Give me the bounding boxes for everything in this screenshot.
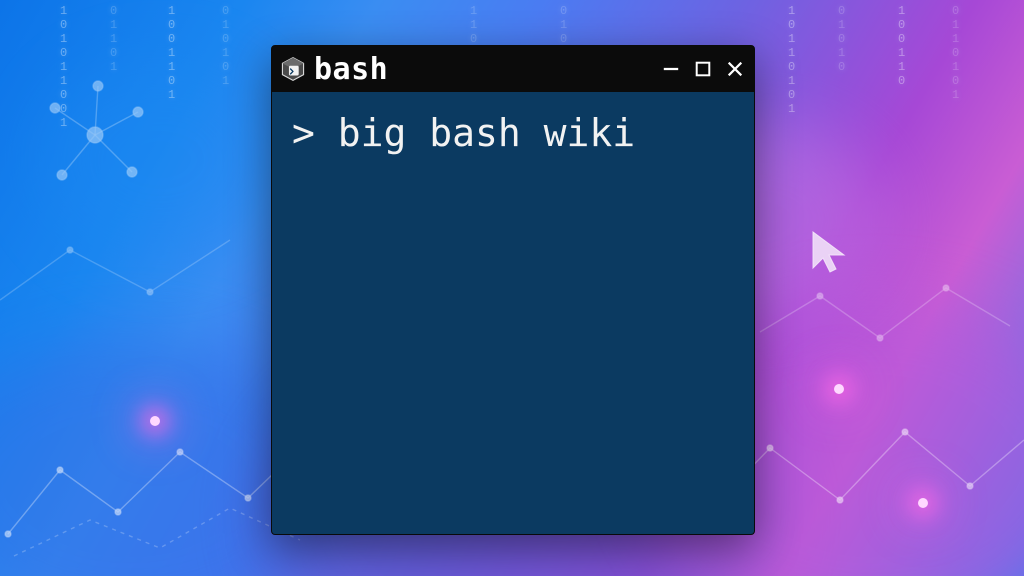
binary-rain-column: 1 1 0 — [470, 4, 479, 46]
stage: 1 0 1 0 1 1 0 0 1 0 1 1 0 1 1 0 0 1 1 0 1 0… — [0, 0, 1024, 576]
lens-flare — [918, 498, 928, 508]
command-text: big bash wiki — [338, 111, 635, 155]
binary-rain-column: 1 0 0 1 1 0 1 — [168, 4, 177, 102]
window-controls — [662, 60, 744, 78]
bash-app-icon — [280, 56, 306, 82]
lens-flare — [150, 416, 160, 426]
binary-rain-column: 1 0 0 1 1 0 — [898, 4, 907, 88]
bg-blob — [40, 60, 280, 260]
binary-rain-column: 0 1 1 0 1 0 1 — [952, 4, 961, 102]
binary-rain-column: 1 0 1 1 0 1 0 1 — [788, 4, 797, 116]
prompt-symbol: > — [292, 111, 338, 155]
binary-rain-column: 0 1 0 1 0 1 — [222, 4, 231, 88]
window-title: bash — [314, 52, 388, 87]
binary-rain-column: 0 1 0 1 0 — [838, 4, 847, 74]
binary-rain-column: 1 0 1 0 1 1 0 0 1 — [60, 4, 69, 130]
binary-rain-column: 0 1 0 — [560, 4, 569, 46]
lens-flare — [834, 384, 844, 394]
maximize-button[interactable] — [694, 60, 712, 78]
titlebar[interactable]: bash — [272, 46, 754, 92]
cursor-arrow-icon — [810, 230, 848, 274]
terminal-body[interactable]: > big bash wiki — [272, 92, 754, 534]
terminal-window: bash > big bash wiki — [271, 45, 755, 535]
binary-rain-column: 0 1 1 0 1 — [110, 4, 119, 74]
minimize-button[interactable] — [662, 60, 680, 78]
close-button[interactable] — [726, 60, 744, 78]
